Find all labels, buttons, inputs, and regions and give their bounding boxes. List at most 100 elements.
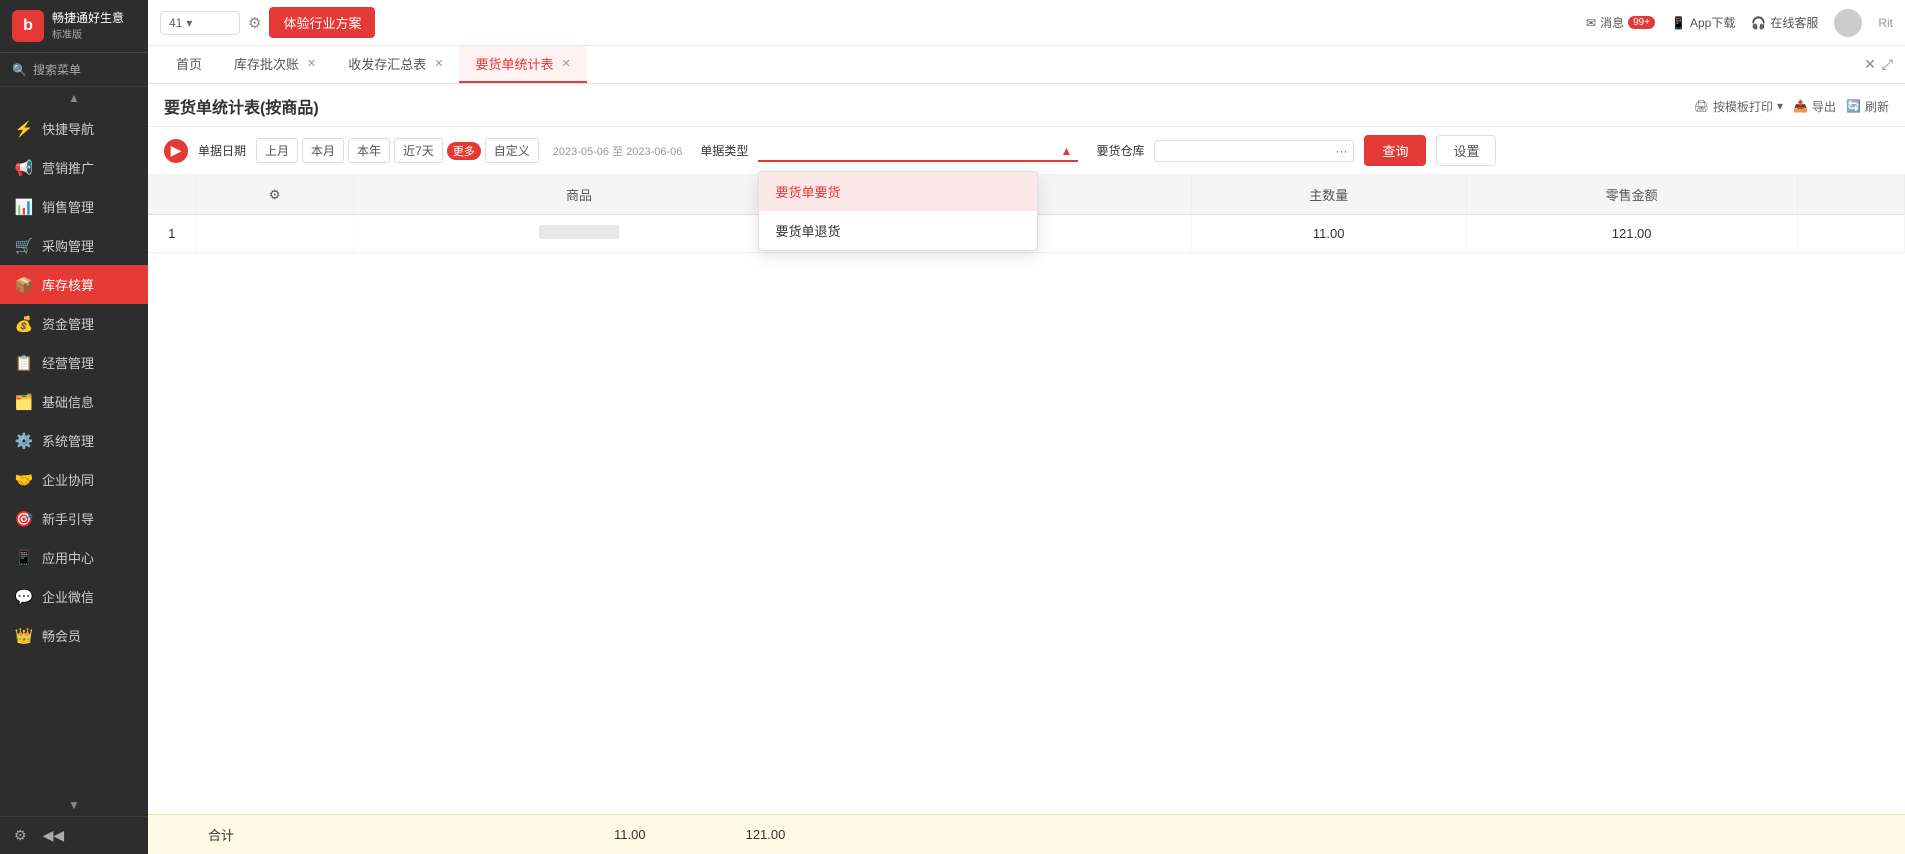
collapse-sidebar-btn[interactable]: ◀◀ [43, 827, 65, 844]
tab-order-stats-label: 要货单统计表 [475, 54, 553, 73]
col-product: 商品 [353, 175, 804, 215]
tab-inventory-batch[interactable]: 库存批次账 ✕ [218, 46, 332, 83]
app-logo: b 畅捷通好生意 标准版 [0, 0, 148, 53]
sidebar-scroll-down[interactable]: ▼ [0, 794, 148, 816]
table-gear-icon: ⚙ [269, 187, 281, 202]
sidebar-item-label: 销售管理 [42, 197, 94, 216]
table-footer: 合计 11.00 121.00 [148, 814, 1905, 854]
content-area: 要货单统计表(按商品) 🖨 按模板打印 ▾ 📤 导出 🔄 刷新 [148, 84, 1905, 854]
page-actions: 🖨 按模板打印 ▾ 📤 导出 🔄 刷新 [1694, 98, 1889, 115]
tab-receivable-close[interactable]: ✕ [434, 57, 443, 70]
expand-tab-icon[interactable]: ⤢ [1882, 56, 1893, 73]
type-filter-wrapper: ▲ 要货单要货 要货单退货 [758, 139, 1078, 162]
topbar-gear-icon[interactable]: ⚙ [248, 14, 261, 32]
tab-inventory-batch-close[interactable]: ✕ [307, 57, 316, 70]
col-amount: 零售金额 [1466, 175, 1797, 215]
type-filter-arrow-icon[interactable]: ▲ [1061, 144, 1073, 158]
cell-gear [196, 215, 353, 253]
export-btn[interactable]: 📤 导出 [1793, 98, 1836, 115]
tab-order-stats[interactable]: 要货单统计表 ✕ [459, 46, 586, 83]
company-dropdown[interactable]: 41 ▾ [160, 11, 240, 35]
type-filter-input[interactable] [758, 139, 1078, 162]
footer-total-amount: 121.00 [746, 827, 786, 842]
refresh-btn[interactable]: 🔄 刷新 [1846, 98, 1889, 115]
sidebar-footer: ⚙ ◀◀ [0, 816, 148, 854]
page-header: 要货单统计表(按商品) 🖨 按模板打印 ▾ 📤 导出 🔄 刷新 [148, 84, 1905, 127]
more-dates-badge[interactable]: 更多 [447, 142, 481, 160]
sidebar-item-label: 企业微信 [42, 587, 94, 606]
filter-expand-icon: ▶ [171, 142, 182, 159]
footer-total-label: 合计 [208, 825, 234, 844]
search-menu-item[interactable]: 🔍 搜索菜单 [0, 53, 148, 87]
col-gear[interactable]: ⚙ [196, 175, 353, 215]
tab-receivable-summary[interactable]: 收发存汇总表 ✕ [332, 46, 459, 83]
app-version: 标准版 [52, 26, 124, 41]
messages-btn[interactable]: ✉ 消息 99+ [1586, 14, 1655, 31]
cell-amount: 121.00 [1466, 215, 1797, 253]
warehouse-filter-select[interactable]: ··· [1154, 140, 1354, 162]
sidebar-item-quick-nav[interactable]: ⚡ 快捷导航 [0, 109, 148, 148]
sidebar-scroll-up[interactable]: ▲ [0, 87, 148, 109]
operations-icon: 📋 [14, 354, 34, 372]
dropdown-option-order-request[interactable]: 要货单要货 [759, 172, 1037, 211]
sidebar-item-marketing[interactable]: 📢 营销推广 [0, 148, 148, 187]
logo-text-block: 畅捷通好生意 标准版 [52, 11, 124, 42]
sidebar-item-wechat[interactable]: 💬 企业微信 [0, 577, 148, 616]
app-download-icon: 📱 [1671, 16, 1686, 30]
tab-home-label: 首页 [176, 54, 202, 73]
filter-expand-btn[interactable]: ▶ [164, 139, 188, 163]
custom-date-btn[interactable]: 自定义 [485, 138, 539, 163]
sidebar-item-label: 畅会员 [42, 626, 81, 645]
close-tab-icon[interactable]: ✕ [1864, 56, 1876, 73]
query-button[interactable]: 查询 [1364, 135, 1426, 166]
dropdown-arrow-icon: ▾ [186, 16, 192, 30]
tab-home[interactable]: 首页 [160, 46, 218, 83]
sidebar-item-label: 应用中心 [42, 548, 94, 567]
print-label: 按模板打印 [1713, 98, 1773, 115]
support-label: 在线客服 [1770, 14, 1818, 31]
this-year-btn[interactable]: 本年 [348, 138, 390, 163]
tab-inventory-batch-label: 库存批次账 [234, 54, 299, 73]
messages-label: 消息 [1600, 14, 1624, 31]
refresh-icon: 🔄 [1846, 99, 1861, 113]
sidebar-item-enterprise[interactable]: 🤝 企业协同 [0, 460, 148, 499]
sidebar-item-purchase[interactable]: 🛒 采购管理 [0, 226, 148, 265]
sales-icon: 📊 [14, 198, 34, 216]
sidebar-item-basic[interactable]: 🗂️ 基础信息 [0, 382, 148, 421]
last-7-days-btn[interactable]: 近7天 [394, 138, 443, 163]
settings-button[interactable]: 设置 [1436, 135, 1496, 166]
prev-month-btn[interactable]: 上月 [256, 138, 298, 163]
cta-button[interactable]: 体验行业方案 [269, 7, 375, 38]
search-icon: 🔍 [12, 63, 27, 77]
sidebar-item-guide[interactable]: 🎯 新手引导 [0, 499, 148, 538]
dropdown-option-order-return[interactable]: 要货单退货 [759, 211, 1037, 250]
search-label: 搜索菜单 [33, 61, 81, 78]
print-template-btn[interactable]: 🖨 按模板打印 ▾ [1694, 98, 1783, 115]
member-icon: 👑 [14, 627, 34, 645]
col-quantity: 主数量 [1191, 175, 1466, 215]
sidebar-item-member[interactable]: 👑 畅会员 [0, 616, 148, 655]
tab-order-stats-close[interactable]: ✕ [562, 57, 571, 70]
tabs-controls: ✕ ⤢ [1864, 56, 1893, 73]
export-icon: 📤 [1793, 99, 1808, 113]
sidebar-item-system[interactable]: ⚙️ 系统管理 [0, 421, 148, 460]
support-btn[interactable]: 🎧 在线客服 [1751, 14, 1818, 31]
settings-footer-btn[interactable]: ⚙ [14, 827, 27, 844]
sidebar-item-operations[interactable]: 📋 经营管理 [0, 343, 148, 382]
product-name-placeholder [539, 225, 619, 239]
warehouse-filter-label: 要货仓库 [1096, 142, 1144, 159]
app-download-btn[interactable]: 📱 App下载 [1671, 14, 1735, 31]
type-dropdown-popup: 要货单要货 要货单退货 [758, 171, 1038, 251]
sidebar-item-sales[interactable]: 📊 销售管理 [0, 187, 148, 226]
sidebar-item-finance[interactable]: 💰 资金管理 [0, 304, 148, 343]
sidebar-item-label: 企业协同 [42, 470, 94, 489]
user-avatar[interactable] [1834, 9, 1862, 37]
app-center-icon: 📱 [14, 549, 34, 567]
this-month-btn[interactable]: 本月 [302, 138, 344, 163]
type-filter-label: 单据类型 [700, 142, 748, 159]
cell-product [353, 215, 804, 253]
sidebar-item-app-center[interactable]: 📱 应用中心 [0, 538, 148, 577]
page-title: 要货单统计表(按商品) [164, 94, 319, 118]
sidebar-item-inventory[interactable]: 📦 库存核算 [0, 265, 148, 304]
main-area: 41 ▾ ⚙ 体验行业方案 ✉ 消息 99+ 📱 App下载 🎧 在线客服 Ri… [148, 0, 1905, 854]
